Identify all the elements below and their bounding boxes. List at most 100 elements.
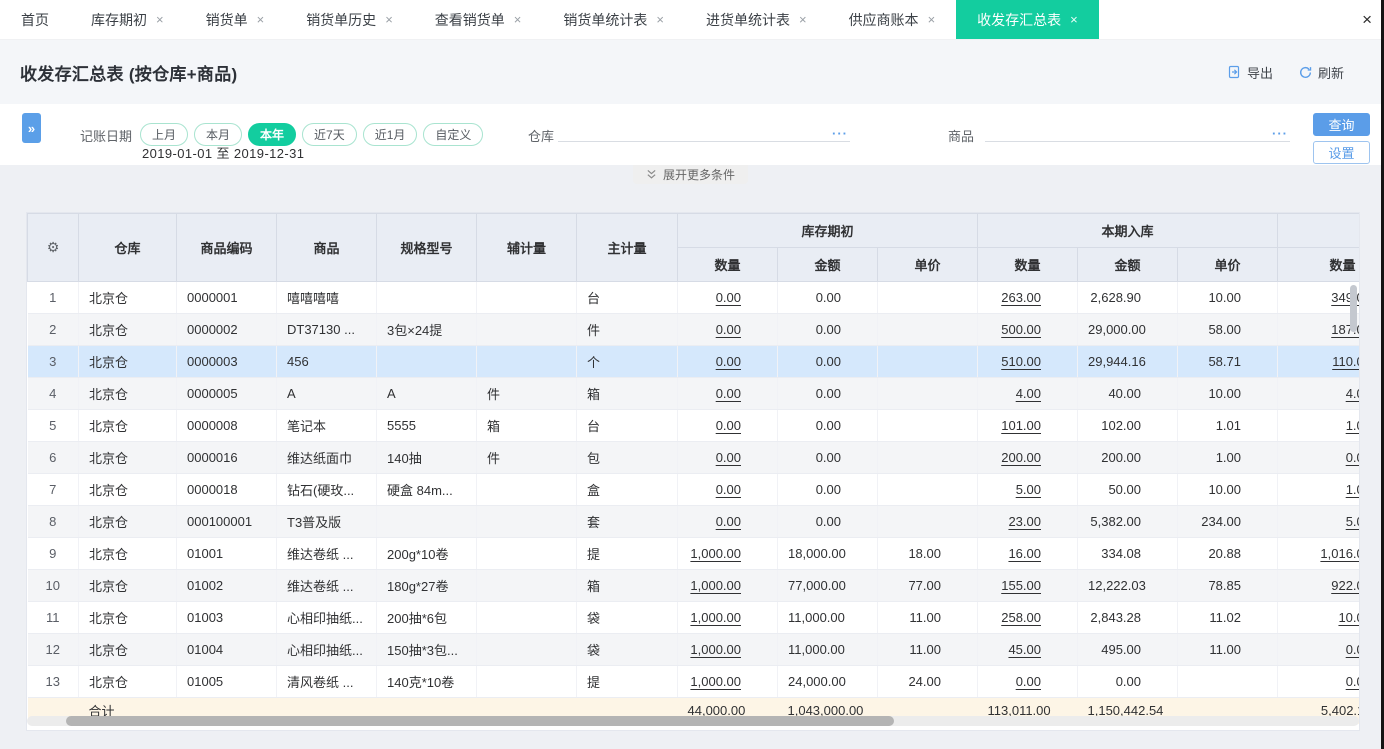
cell-in-qty[interactable]: 258.00 <box>978 602 1078 634</box>
product-input[interactable]: ··· <box>985 119 1290 142</box>
tab-item-3[interactable]: 销货单× <box>185 0 286 39</box>
cell-begin-qty[interactable]: 0.00 <box>678 282 778 314</box>
tab-close-icon[interactable]: × <box>385 12 393 27</box>
cell-begin-price <box>878 442 978 474</box>
tab-item-5[interactable]: 查看销货单× <box>414 0 543 39</box>
cell-out-qty[interactable]: 4.00 <box>1278 378 1361 410</box>
cell-begin-qty[interactable]: 0.00 <box>678 346 778 378</box>
cell-begin-qty[interactable]: 0.00 <box>678 442 778 474</box>
expand-more-button[interactable]: 展开更多条件 <box>633 165 748 184</box>
cell-in-qty[interactable]: 45.00 <box>978 634 1078 666</box>
cell-begin-amount: 0.00 <box>778 410 878 442</box>
table-row[interactable]: 9北京仓01001维达卷纸 ...200g*10卷提1,000.0018,000… <box>28 538 1361 570</box>
table-header: ⚙仓库商品编码商品规格型号辅计量主计量库存期初本期入库数量金额单价数量金额单价数… <box>28 214 1361 282</box>
warehouse-input[interactable]: ··· <box>558 119 850 142</box>
cell-out-qty[interactable]: 1.00 <box>1278 410 1361 442</box>
header-settings[interactable]: ⚙ <box>28 214 79 282</box>
cell-begin-qty[interactable]: 1,000.00 <box>678 538 778 570</box>
gear-icon[interactable]: ⚙ <box>47 239 60 255</box>
table-row[interactable]: 5北京仓0000008笔记本5555箱台0.000.00101.00102.00… <box>28 410 1361 442</box>
table-row[interactable]: 12北京仓01004心相印抽纸...150抽*3包...袋1,000.0011,… <box>28 634 1361 666</box>
export-label: 导出 <box>1247 63 1273 82</box>
cell-out-qty[interactable]: 110.00 <box>1278 346 1361 378</box>
close-all-icon[interactable]: × <box>1350 0 1384 39</box>
cell-out-qty[interactable]: 10.00 <box>1278 602 1361 634</box>
cell-code: 0000005 <box>177 378 277 410</box>
table-row[interactable]: 7北京仓0000018钻石(硬玫...硬盒 84m...盒0.000.005.0… <box>28 474 1361 506</box>
cell-in-qty[interactable]: 5.00 <box>978 474 1078 506</box>
tab-item-6[interactable]: 销货单统计表× <box>542 0 685 39</box>
horizontal-scrollbar-thumb[interactable] <box>66 716 894 726</box>
cell-in-qty[interactable]: 0.00 <box>978 666 1078 698</box>
product-picker-icon[interactable]: ··· <box>1272 130 1288 138</box>
cell-out-qty[interactable]: 0.00 <box>1278 442 1361 474</box>
settings-button[interactable]: 设置 <box>1313 141 1370 164</box>
warehouse-picker-icon[interactable]: ··· <box>832 130 848 138</box>
table-row[interactable]: 2北京仓0000002DT37130 ...3包×24提件0.000.00500… <box>28 314 1361 346</box>
table-row[interactable]: 10北京仓01002维达卷纸 ...180g*27卷箱1,000.0077,00… <box>28 570 1361 602</box>
cell-begin-qty[interactable]: 0.00 <box>678 410 778 442</box>
cell-begin-qty[interactable]: 1,000.00 <box>678 666 778 698</box>
cell-in-amount: 50.00 <box>1078 474 1178 506</box>
cell-out-qty[interactable]: 0.00 <box>1278 634 1361 666</box>
table-row[interactable]: 1北京仓0000001嘻嘻嘻嘻台0.000.00263.002,628.9010… <box>28 282 1361 314</box>
tab-item-4[interactable]: 销货单历史× <box>285 0 414 39</box>
table-row[interactable]: 3北京仓0000003456个0.000.00510.0029,944.1658… <box>28 346 1361 378</box>
table-row[interactable]: 4北京仓0000005AA件箱0.000.004.0040.0010.004.0… <box>28 378 1361 410</box>
cell-out-qty[interactable]: 5.00 <box>1278 506 1361 538</box>
tab-item-2[interactable]: 库存期初× <box>70 0 185 39</box>
tab-close-icon[interactable]: × <box>257 12 265 27</box>
tab-item-1[interactable]: 首页 <box>0 0 70 39</box>
cell-in-qty[interactable]: 16.00 <box>978 538 1078 570</box>
cell-begin-qty[interactable]: 1,000.00 <box>678 570 778 602</box>
date-preset-pill[interactable]: 近7天 <box>302 123 357 146</box>
cell-in-price: 1.01 <box>1178 410 1278 442</box>
table-row[interactable]: 8北京仓000100001T3普及版套0.000.0023.005,382.00… <box>28 506 1361 538</box>
date-preset-pill[interactable]: 自定义 <box>423 123 483 146</box>
cell-in-price: 234.00 <box>1178 506 1278 538</box>
cell-begin-qty[interactable]: 1,000.00 <box>678 602 778 634</box>
table-row[interactable]: 13北京仓01005清风卷纸 ...140克*10卷提1,000.0024,00… <box>28 666 1361 698</box>
tab-close-icon[interactable]: × <box>656 12 664 27</box>
cell-out-qty[interactable]: 187.00 <box>1278 314 1361 346</box>
cell-out-qty[interactable]: 1.00 <box>1278 474 1361 506</box>
table-row[interactable]: 11北京仓01003心相印抽纸...200抽*6包袋1,000.0011,000… <box>28 602 1361 634</box>
refresh-button[interactable]: 刷新 <box>1299 63 1344 82</box>
tab-item-9[interactable]: 收发存汇总表 × <box>956 0 1099 39</box>
cell-in-qty[interactable]: 500.00 <box>978 314 1078 346</box>
cell-out-qty[interactable]: 349.00 <box>1278 282 1361 314</box>
collapse-filter-button[interactable]: » <box>22 113 41 143</box>
cell-begin-qty[interactable]: 0.00 <box>678 378 778 410</box>
cell-in-qty[interactable]: 101.00 <box>978 410 1078 442</box>
cell-out-qty[interactable]: 1,016.00 <box>1278 538 1361 570</box>
cell-in-qty[interactable]: 263.00 <box>978 282 1078 314</box>
cell-out-qty[interactable]: 922.00 <box>1278 570 1361 602</box>
tab-close-icon[interactable]: × <box>156 12 164 27</box>
vertical-scrollbar-thumb[interactable] <box>1350 285 1357 332</box>
tab-item-7[interactable]: 进货单统计表× <box>685 0 828 39</box>
date-range-text[interactable]: 2019-01-01 至 2019-12-31 <box>142 143 304 162</box>
cell-begin-qty[interactable]: 1,000.00 <box>678 634 778 666</box>
tab-item-8[interactable]: 供应商账本× <box>828 0 957 39</box>
cell-begin-price <box>878 378 978 410</box>
cell-in-qty[interactable]: 155.00 <box>978 570 1078 602</box>
table-row[interactable]: 6北京仓0000016维达纸面巾140抽件包0.000.00200.00200.… <box>28 442 1361 474</box>
cell-row-number: 7 <box>28 474 79 506</box>
export-button[interactable]: 导出 <box>1227 63 1273 82</box>
cell-begin-qty[interactable]: 0.00 <box>678 506 778 538</box>
cell-out-qty[interactable]: 0.00 <box>1278 666 1361 698</box>
query-button[interactable]: 查询 <box>1313 113 1370 136</box>
cell-in-qty[interactable]: 200.00 <box>978 442 1078 474</box>
horizontal-scrollbar[interactable] <box>27 716 1359 726</box>
cell-begin-qty[interactable]: 0.00 <box>678 474 778 506</box>
cell-in-qty[interactable]: 510.00 <box>978 346 1078 378</box>
date-preset-pill[interactable]: 近1月 <box>363 123 418 146</box>
cell-begin-qty[interactable]: 0.00 <box>678 314 778 346</box>
cell-in-qty[interactable]: 23.00 <box>978 506 1078 538</box>
tab-label: 收发存汇总表 <box>977 10 1061 30</box>
tab-close-icon[interactable]: × <box>514 12 522 27</box>
tab-close-icon[interactable]: × <box>1070 12 1078 27</box>
tab-close-icon[interactable]: × <box>928 12 936 27</box>
cell-in-qty[interactable]: 4.00 <box>978 378 1078 410</box>
tab-close-icon[interactable]: × <box>799 12 807 27</box>
